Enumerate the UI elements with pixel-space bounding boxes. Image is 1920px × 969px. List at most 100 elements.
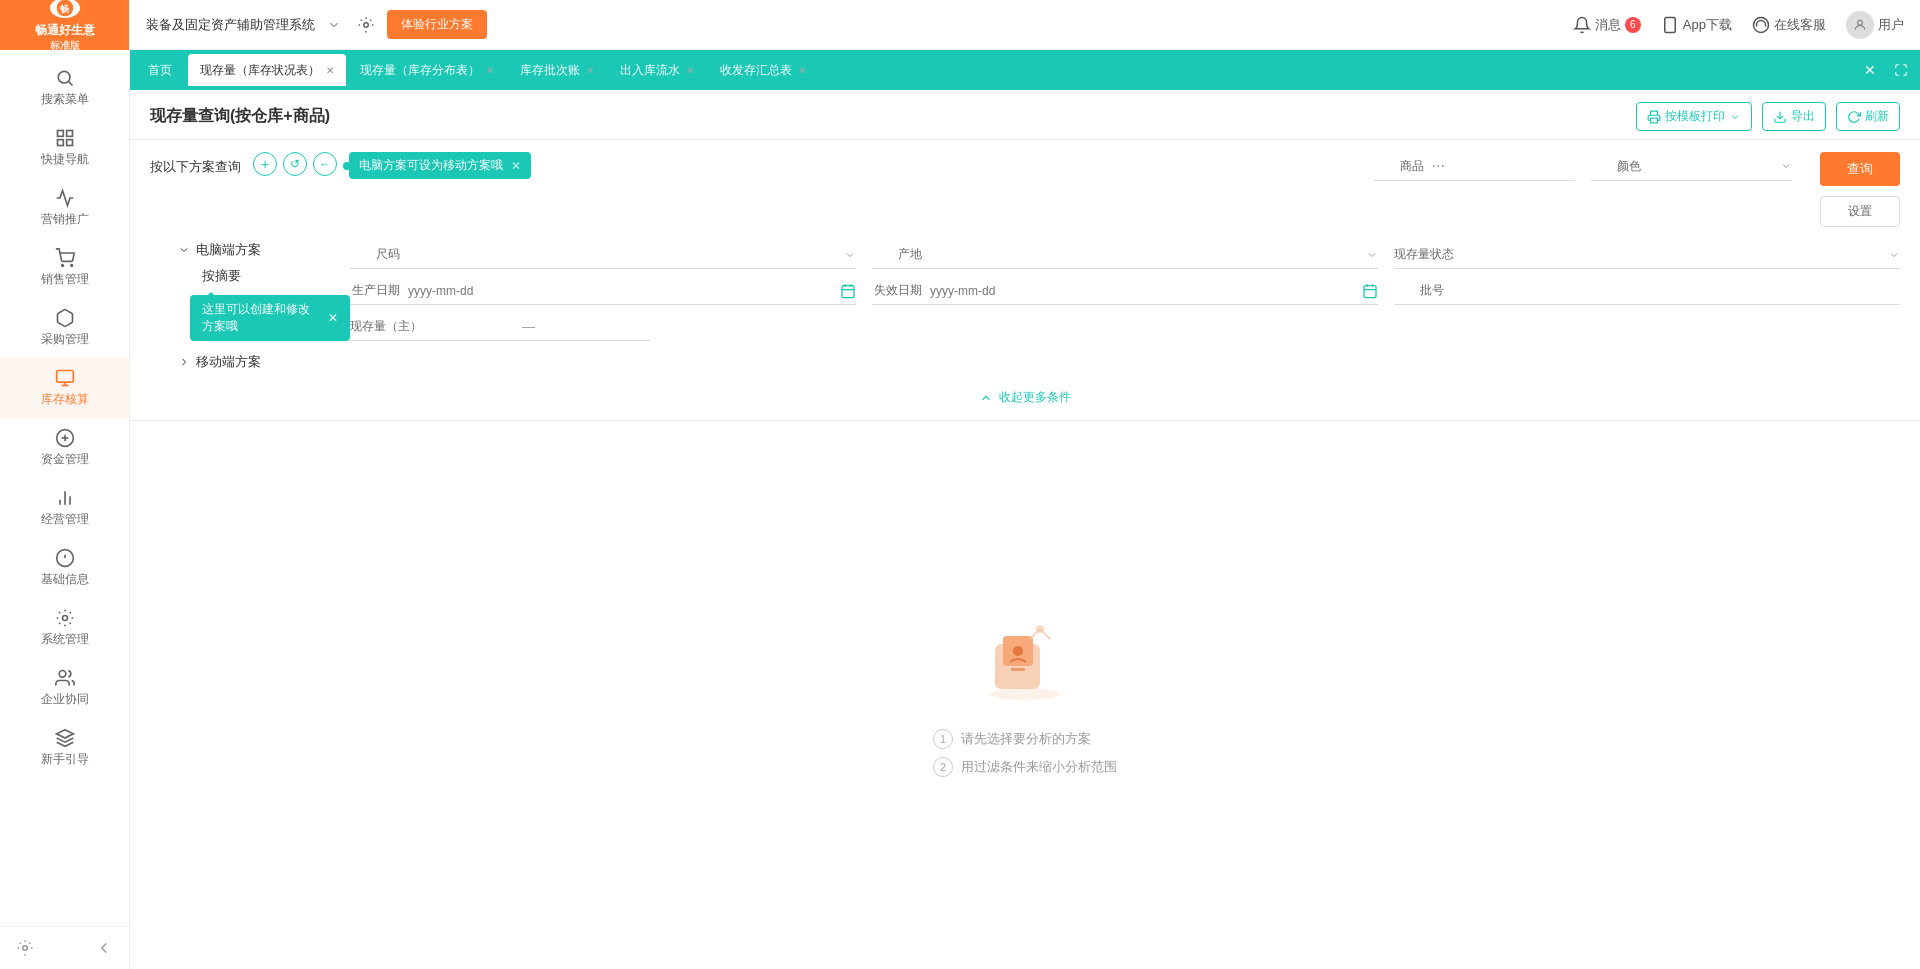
sidebar-item-guide[interactable]: 新手引导	[0, 718, 129, 778]
svg-point-22	[62, 616, 67, 621]
svg-rect-6	[57, 140, 63, 146]
tab-inventory-status-close[interactable]: ✕	[326, 65, 334, 76]
scheme-popup-close[interactable]: ✕	[511, 159, 521, 173]
sidebar-item-inventory[interactable]: 库存核算	[0, 358, 129, 418]
scheme-create-popup-text: 这里可以创建和修改方案哦	[202, 301, 320, 335]
scheme-create-popup: 这里可以创建和修改方案哦 ✕	[190, 295, 350, 341]
template-print-button[interactable]: 按模板打印	[1636, 102, 1752, 131]
svg-point-40	[990, 688, 1060, 700]
notification-btn[interactable]: 消息 6	[1573, 16, 1641, 34]
svg-point-25	[364, 22, 369, 27]
phone-icon	[1661, 16, 1679, 34]
filter-field-expiry-date: 失效日期	[872, 277, 1378, 305]
filter-area: 按以下方案查询 + ↺ ← 电脑方案可设为移动方案哦 ✕	[130, 140, 1920, 421]
svg-point-29	[1858, 20, 1863, 25]
step-2-text: 用过滤条件来缩小分析范围	[961, 758, 1117, 776]
tab-home-label: 首页	[148, 62, 172, 79]
collapse-button[interactable]: 收起更多条件	[150, 383, 1900, 412]
production-date-calendar-icon[interactable]	[840, 283, 856, 299]
print-icon	[1647, 110, 1661, 124]
filter-field-stock-status: 现存量状态	[1394, 241, 1900, 269]
logo-title: 畅通好生意	[35, 22, 95, 39]
sidebar-item-label-guide: 新手引导	[41, 751, 89, 768]
sidebar-item-label-system: 系统管理	[41, 631, 89, 648]
scheme-tree-item-pc[interactable]: 电脑端方案	[170, 237, 350, 263]
filter-field-color: 颜色	[1591, 153, 1792, 181]
system-name: 装备及固定资产辅助管理系统	[146, 16, 315, 34]
sidebar-item-search[interactable]: 搜索菜单	[0, 58, 129, 118]
tab-inventory-status-label: 现存量（库存状况表）	[200, 62, 320, 79]
scheme-tree-item-mobile[interactable]: 移动端方案	[170, 349, 350, 375]
sidebar-item-enterprise[interactable]: 企业协同	[0, 658, 129, 718]
svg-text:畅: 畅	[60, 4, 69, 14]
scheme-create-popup-close[interactable]: ✕	[328, 311, 338, 325]
tab-batch-account[interactable]: 库存批次账 ✕	[508, 54, 606, 86]
tab-batch-account-close[interactable]: ✕	[586, 65, 594, 76]
sidebar-item-sales[interactable]: 销售管理	[0, 238, 129, 298]
export-button[interactable]: 导出	[1762, 102, 1826, 131]
stock-qty-from-input[interactable]	[430, 320, 510, 334]
tab-recv-summary[interactable]: 收发存汇总表 ✕	[708, 54, 818, 86]
filter-controls: + ↺ ←	[253, 152, 337, 176]
sidebar-item-marketing[interactable]: 营销推广	[0, 178, 129, 238]
sidebar-item-label-sales: 销售管理	[41, 271, 89, 288]
filter-top-row: 按以下方案查询 + ↺ ← 电脑方案可设为移动方案哦 ✕	[150, 152, 1900, 227]
filter-field-goods: 商品 ···	[1374, 152, 1575, 181]
sidebar-item-finance[interactable]: 资金管理	[0, 418, 129, 478]
batch-no-input[interactable]	[1452, 284, 1900, 298]
tabs-close-all-btn[interactable]: ✕	[1856, 62, 1884, 78]
scheme-tree-item-digest[interactable]: 按摘要	[190, 263, 350, 289]
industry-solution-button[interactable]: 体验行业方案	[387, 10, 487, 39]
stock-qty-to-input[interactable]	[547, 320, 627, 334]
main-content: 装备及固定资产辅助管理系统 体验行业方案 消息 6 App下载 在线客服	[130, 0, 1920, 969]
scheme-popup: 电脑方案可设为移动方案哦 ✕	[349, 152, 531, 179]
filter-field-batch-no: 批号	[1394, 277, 1900, 305]
refresh-button[interactable]: 刷新	[1836, 102, 1900, 131]
sidebar-item-label-purchase: 采购管理	[41, 331, 89, 348]
tab-inventory-dist-close[interactable]: ✕	[486, 65, 494, 76]
color-chevron-icon	[1780, 160, 1792, 172]
tab-inventory-dist[interactable]: 现存量（库存分布表） ✕	[348, 54, 506, 86]
step-1-num: 1	[933, 729, 953, 749]
tab-recv-summary-label: 收发存汇总表	[720, 62, 792, 79]
settings-topbar-icon[interactable]	[357, 16, 375, 34]
sidebar-item-quick[interactable]: 快捷导航	[0, 118, 129, 178]
export-icon	[1773, 110, 1787, 124]
tab-inventory-status[interactable]: 现存量（库存状况表） ✕	[188, 54, 346, 86]
sidebar-item-purchase[interactable]: 采购管理	[0, 298, 129, 358]
stock-qty-range-separator: —	[522, 319, 535, 334]
svg-rect-10	[56, 371, 73, 383]
production-date-input[interactable]	[408, 284, 832, 298]
tabs-maximize-btn[interactable]	[1886, 55, 1916, 85]
svg-point-43	[1013, 646, 1023, 656]
user-menu[interactable]: 用户	[1846, 11, 1904, 39]
tab-in-out-flow[interactable]: 出入库流水 ✕	[608, 54, 706, 86]
svg-rect-30	[1651, 118, 1658, 123]
expiry-date-input[interactable]	[930, 284, 1354, 298]
online-support-btn[interactable]: 在线客服	[1752, 16, 1826, 34]
sidebar-item-basic[interactable]: 基础信息	[0, 538, 129, 598]
settings-icon[interactable]	[16, 939, 34, 957]
svg-rect-5	[66, 131, 72, 137]
sidebar-item-operations[interactable]: 经营管理	[0, 478, 129, 538]
filter-prev-button[interactable]: ←	[313, 152, 337, 176]
sidebar-item-label-quick: 快捷导航	[41, 151, 89, 168]
filter-add-button[interactable]: +	[253, 152, 277, 176]
sidebar-item-system[interactable]: 系统管理	[0, 598, 129, 658]
tab-home[interactable]: 首页	[134, 54, 186, 86]
search-button[interactable]: 查询	[1820, 152, 1900, 186]
expiry-date-label: 失效日期	[872, 282, 922, 299]
setting-button[interactable]: 设置	[1820, 196, 1900, 227]
topbar: 装备及固定资产辅助管理系统 体验行业方案 消息 6 App下载 在线客服	[130, 0, 1920, 50]
collapse-icon[interactable]	[95, 939, 113, 957]
headset-icon	[1752, 16, 1770, 34]
template-print-label: 按模板打印	[1665, 108, 1725, 125]
svg-point-23	[59, 671, 66, 678]
app-download-btn[interactable]: App下载	[1661, 16, 1732, 34]
tab-recv-summary-close[interactable]: ✕	[798, 65, 806, 76]
filter-reset-button[interactable]: ↺	[283, 152, 307, 176]
goods-dots-icon[interactable]: ···	[1432, 157, 1445, 175]
tab-in-out-flow-close[interactable]: ✕	[686, 65, 694, 76]
filter-label: 按以下方案查询	[150, 158, 241, 176]
expiry-date-calendar-icon[interactable]	[1362, 283, 1378, 299]
